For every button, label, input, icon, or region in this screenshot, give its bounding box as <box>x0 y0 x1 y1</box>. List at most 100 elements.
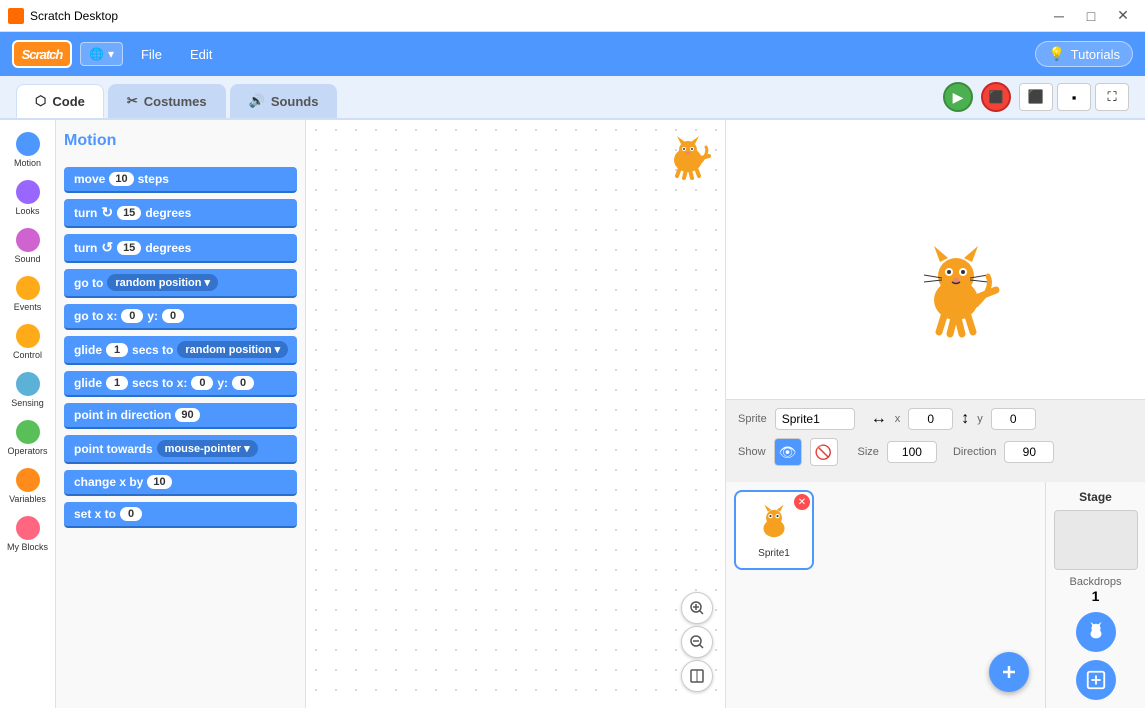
sprite-props-row: Show 👁 🚫 Size Direction <box>738 438 1133 466</box>
zoom-in-button[interactable] <box>681 592 713 624</box>
size-input[interactable] <box>887 441 937 463</box>
category-looks[interactable]: Looks <box>2 176 54 220</box>
category-motion[interactable]: Motion <box>2 128 54 172</box>
control-label: Control <box>13 350 42 360</box>
block-glide1-text1: glide <box>74 343 102 357</box>
sprite-tile-name: Sprite1 <box>758 548 790 559</box>
sprite-delete-button[interactable]: ✕ <box>794 494 810 510</box>
block-direction[interactable]: point in direction 90 <box>64 403 297 429</box>
block-setx[interactable]: set x to 0 <box>64 502 297 528</box>
globe-icon: 🌐 <box>89 47 104 61</box>
block-glide2[interactable]: glide 1 secs to x: 0 y: 0 <box>64 371 297 397</box>
costumes-tab-label: Costumes <box>144 94 207 109</box>
block-direction-input[interactable]: 90 <box>175 408 199 422</box>
sprite-name-input[interactable] <box>775 408 855 430</box>
category-events[interactable]: Events <box>2 272 54 316</box>
sprite-tile-sprite1[interactable]: ✕ Sprite1 <box>734 490 814 570</box>
y-coord-icon: ↕ <box>961 410 969 428</box>
category-sensing[interactable]: Sensing <box>2 368 54 412</box>
tab-code[interactable]: ⬡ Code <box>16 84 104 118</box>
myblocks-dot <box>16 516 40 540</box>
zoom-controls <box>681 592 713 692</box>
minimize-button[interactable]: ─ <box>1045 2 1073 30</box>
block-glide1-dropdown[interactable]: random position ▾ <box>177 341 288 358</box>
block-turn-right-input[interactable]: 15 <box>117 206 141 220</box>
looks-label: Looks <box>15 206 39 216</box>
block-changex-input[interactable]: 10 <box>147 475 171 489</box>
edit-menu[interactable]: Edit <box>180 43 222 66</box>
tutorials-button[interactable]: 💡 Tutorials <box>1035 41 1133 67</box>
app-title: Scratch Desktop <box>30 9 118 23</box>
show-visible-button[interactable]: 👁 <box>774 438 802 466</box>
small-stage-button[interactable]: ⬛ <box>1019 83 1053 111</box>
size-label: Size <box>858 446 879 458</box>
block-move-input[interactable]: 10 <box>109 172 133 186</box>
block-glide1[interactable]: glide 1 secs to random position ▾ <box>64 336 297 365</box>
add-sprite-area <box>973 482 1045 708</box>
y-label: y <box>977 413 983 425</box>
zoom-fit-button[interactable] <box>681 660 713 692</box>
titlebar-controls[interactable]: ─ □ ✕ <box>1045 2 1137 30</box>
category-operators[interactable]: Operators <box>2 416 54 460</box>
operators-label: Operators <box>7 446 47 456</box>
show-hidden-button[interactable]: 🚫 <box>810 438 838 466</box>
block-glide2-y[interactable]: 0 <box>232 376 254 390</box>
tutorials-icon: 💡 <box>1048 46 1064 62</box>
sound-dot <box>16 228 40 252</box>
green-flag-button[interactable]: ▶ <box>943 82 973 112</box>
scripting-area[interactable] <box>306 120 725 708</box>
block-gotoxy-text1: go to x: <box>74 309 117 323</box>
block-gotoxy-x[interactable]: 0 <box>121 309 143 323</box>
tab-costumes[interactable]: ✂ Costumes <box>108 84 226 118</box>
myblocks-label: My Blocks <box>7 542 48 552</box>
stop-button[interactable]: ⬛ <box>981 82 1011 112</box>
category-sound[interactable]: Sound <box>2 224 54 268</box>
block-setx-input[interactable]: 0 <box>120 507 142 521</box>
block-turn-left-input[interactable]: 15 <box>117 241 141 255</box>
categories-panel: Motion Looks Sound Events Control Sensin… <box>0 120 56 708</box>
category-myblocks[interactable]: My Blocks <box>2 512 54 556</box>
stage-thumbnail <box>1054 510 1138 570</box>
block-glide1-text2: secs to <box>132 343 173 357</box>
add-sprite-button[interactable] <box>989 652 1029 692</box>
events-label: Events <box>14 302 42 312</box>
category-variables[interactable]: Variables <box>2 464 54 508</box>
x-label: x <box>895 413 901 425</box>
block-towards-dropdown[interactable]: mouse-pointer ▾ <box>157 440 258 457</box>
backdrops-count: 1 <box>1092 588 1100 604</box>
block-changex[interactable]: change x by 10 <box>64 470 297 496</box>
stage-sprite-button[interactable] <box>1076 612 1116 652</box>
block-gotoxy-y[interactable]: 0 <box>162 309 184 323</box>
looks-dot <box>16 180 40 204</box>
normal-stage-button[interactable]: ▪ <box>1057 83 1091 111</box>
sounds-tab-icon: 🔊 <box>249 93 265 109</box>
maximize-button[interactable]: □ <box>1077 2 1105 30</box>
close-button[interactable]: ✕ <box>1109 2 1137 30</box>
file-menu[interactable]: File <box>131 43 172 66</box>
language-button[interactable]: 🌐 ▾ <box>80 42 123 66</box>
blocks-panel: Motion move 10 steps turn ↻ 15 degrees t… <box>56 120 306 708</box>
sprites-area: ✕ Sprite1 <box>726 482 1145 708</box>
block-goto-dropdown[interactable]: random position ▾ <box>107 274 218 291</box>
block-glide2-input1[interactable]: 1 <box>106 376 128 390</box>
block-gotoxy[interactable]: go to x: 0 y: 0 <box>64 304 297 330</box>
block-glide2-text2: secs to x: <box>132 376 187 390</box>
block-turn-left[interactable]: turn ↺ 15 degrees <box>64 234 297 263</box>
direction-input[interactable] <box>1004 441 1054 463</box>
fullscreen-button[interactable]: ⛶ <box>1095 83 1129 111</box>
add-backdrop-button[interactable] <box>1076 660 1116 700</box>
menubar: Scratch 🌐 ▾ File Edit 💡 Tutorials <box>0 32 1145 76</box>
block-goto[interactable]: go to random position ▾ <box>64 269 297 298</box>
y-input[interactable] <box>991 408 1036 430</box>
block-glide2-x[interactable]: 0 <box>191 376 213 390</box>
tab-sounds[interactable]: 🔊 Sounds <box>230 84 338 118</box>
block-move[interactable]: move 10 steps <box>64 167 297 193</box>
block-glide1-input[interactable]: 1 <box>106 343 128 357</box>
tabs-bar: ⬡ Code ✂ Costumes 🔊 Sounds ▶ ⬛ ⬛ ▪ ⛶ <box>0 76 1145 120</box>
x-input[interactable] <box>908 408 953 430</box>
block-towards[interactable]: point towards mouse-pointer ▾ <box>64 435 297 464</box>
category-control[interactable]: Control <box>2 320 54 364</box>
block-turn-right[interactable]: turn ↻ 15 degrees <box>64 199 297 228</box>
block-turn-right-text2: degrees <box>145 206 191 220</box>
zoom-out-button[interactable] <box>681 626 713 658</box>
